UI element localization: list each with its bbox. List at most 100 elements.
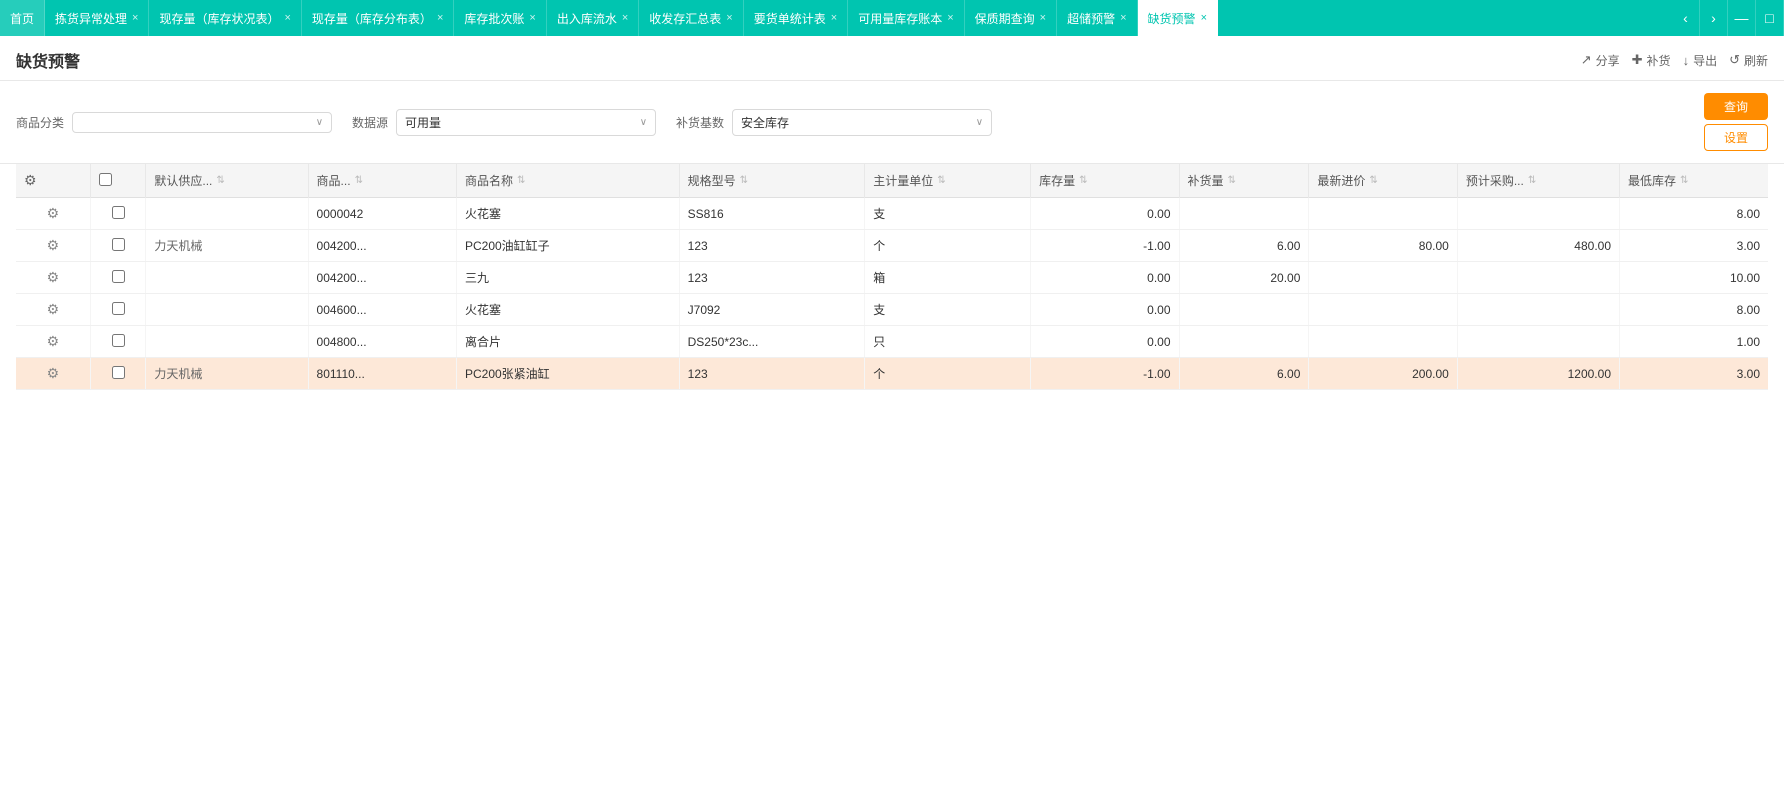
filter-area: 商品分类 ∨ 数据源 可用量 ∨ 补货基数 安全库存 ∨ 查询 设置: [0, 81, 1784, 164]
datasource-select[interactable]: 可用量 ∨: [396, 109, 656, 136]
share-button[interactable]: ↗ 分享: [1581, 52, 1620, 69]
row-name-6: PC200张紧油缸: [456, 358, 679, 390]
row-checkbox-3[interactable]: [112, 270, 125, 283]
category-select[interactable]: ∨: [72, 112, 332, 133]
th-code-label: 商品...: [317, 172, 351, 189]
nav-tab-close-shortage[interactable]: ×: [1201, 12, 1207, 24]
th-stock[interactable]: 库存量 ⇅: [1031, 164, 1179, 198]
nav-tab-close-requisition-stat[interactable]: ×: [831, 12, 837, 24]
replenish-basis-filter-group: 补货基数 安全库存 ∨: [676, 109, 992, 136]
row-gear-icon-3[interactable]: ⚙: [47, 269, 60, 285]
row-supplier-2: 力天机械: [146, 230, 308, 262]
nav-tab-abnormal[interactable]: 拣货异常处理×: [45, 0, 149, 36]
row-code-1: 0000042: [308, 198, 456, 230]
column-settings-icon[interactable]: ⚙: [24, 172, 37, 188]
row-checkbox-2[interactable]: [112, 238, 125, 251]
row-checkbox-6[interactable]: [112, 366, 125, 379]
row-checkbox-5[interactable]: [112, 334, 125, 347]
settings-button[interactable]: 设置: [1704, 124, 1768, 151]
select-all-checkbox[interactable]: [99, 173, 112, 186]
row-plan-purchase-3: [1457, 262, 1619, 294]
row-unit-3: 箱: [865, 262, 1031, 294]
th-latest-price[interactable]: 最新进价 ⇅: [1309, 164, 1457, 198]
row-gear-icon-4[interactable]: ⚙: [47, 301, 60, 317]
row-gear-cell-2: ⚙: [16, 230, 90, 262]
share-label: 分享: [1596, 52, 1620, 69]
nav-tab-close-abnormal[interactable]: ×: [132, 12, 138, 24]
row-replenish-4: [1179, 294, 1309, 326]
row-code-2: 004200...: [308, 230, 456, 262]
th-min-stock[interactable]: 最低库存 ⇅: [1620, 164, 1769, 198]
row-gear-icon-2[interactable]: ⚙: [47, 237, 60, 253]
export-button[interactable]: ↓ 导出: [1683, 52, 1718, 69]
top-navigation: 首页拣货异常处理×现存量（库存状况表）×现存量（库存分布表）×库存批次账×出入库…: [0, 0, 1784, 36]
nav-tab-receive-summary[interactable]: 收发存汇总表×: [639, 0, 743, 36]
nav-tab-close-expiry-query[interactable]: ×: [1040, 12, 1046, 24]
row-checkbox-1[interactable]: [112, 206, 125, 219]
th-supplier[interactable]: 默认供应... ⇅: [146, 164, 308, 198]
row-checkbox-cell-3: [90, 262, 146, 294]
nav-tab-close-receive-summary[interactable]: ×: [726, 12, 732, 24]
nav-prev-button[interactable]: ‹: [1672, 0, 1700, 36]
row-plan-purchase-2: 480.00: [1457, 230, 1619, 262]
replenish-basis-select[interactable]: 安全库存 ∨: [732, 109, 992, 136]
nav-tab-expiry-query[interactable]: 保质期查询 ×: [965, 0, 1057, 36]
row-gear-icon-6[interactable]: ⚙: [47, 365, 60, 381]
export-label: 导出: [1693, 52, 1717, 69]
nav-tab-requisition-stat[interactable]: 要货单统计表 ×: [744, 0, 848, 36]
nav-tab-close-stock-dist[interactable]: ×: [437, 12, 443, 24]
th-spec[interactable]: 规格型号 ⇅: [679, 164, 865, 198]
nav-tab-stock-status[interactable]: 现存量（库存状况表）×: [149, 0, 301, 36]
row-min-stock-3: 10.00: [1620, 262, 1769, 294]
nav-tab-close-batch-account[interactable]: ×: [529, 12, 535, 24]
th-replenish-sort-icon: ⇅: [1228, 175, 1236, 186]
nav-tab-available-ledger[interactable]: 可用量库存账本×: [848, 0, 964, 36]
nav-minimize-button[interactable]: —: [1728, 0, 1756, 36]
th-code[interactable]: 商品... ⇅: [308, 164, 456, 198]
row-gear-icon-1[interactable]: ⚙: [47, 205, 60, 221]
row-gear-cell-5: ⚙: [16, 326, 90, 358]
row-checkbox-cell-2: [90, 230, 146, 262]
nav-tab-shortage[interactable]: 缺货预警×: [1138, 0, 1218, 36]
nav-tab-close-inout-flow[interactable]: ×: [622, 12, 628, 24]
nav-tab-close-stock-status[interactable]: ×: [284, 12, 290, 24]
nav-tab-label-batch-account: 库存批次账: [464, 10, 524, 27]
row-code-4: 004600...: [308, 294, 456, 326]
nav-tab-batch-account[interactable]: 库存批次账 ×: [454, 0, 546, 36]
refresh-label: 刷新: [1744, 52, 1768, 69]
th-name[interactable]: 商品名称 ⇅: [456, 164, 679, 198]
nav-tab-label-inout-flow: 出入库流水: [557, 10, 617, 27]
row-gear-icon-5[interactable]: ⚙: [47, 333, 60, 349]
row-min-stock-4: 8.00: [1620, 294, 1769, 326]
th-unit[interactable]: 主计量单位 ⇅: [865, 164, 1031, 198]
nav-tab-label-requisition-stat: 要货单统计表: [754, 10, 826, 27]
nav-tab-label-expiry-query: 保质期查询: [975, 10, 1035, 27]
replenish-button[interactable]: ✚ 补货: [1632, 52, 1671, 69]
table-row: ⚙ 004200... 三九 123 箱 0.00 20.00 10.00: [16, 262, 1768, 294]
row-checkbox-4[interactable]: [112, 302, 125, 315]
th-replenish[interactable]: 补货量 ⇅: [1179, 164, 1309, 198]
refresh-button[interactable]: ↺ 刷新: [1729, 52, 1768, 69]
th-plan-purchase[interactable]: 预计采购... ⇅: [1457, 164, 1619, 198]
nav-tab-close-overstock[interactable]: ×: [1120, 12, 1126, 24]
nav-tab-home[interactable]: 首页: [0, 0, 45, 36]
query-button[interactable]: 查询: [1704, 93, 1768, 120]
th-spec-label: 规格型号: [688, 172, 736, 189]
row-stock-2: -1.00: [1031, 230, 1179, 262]
row-supplier-6: 力天机械: [146, 358, 308, 390]
row-unit-5: 只: [865, 326, 1031, 358]
th-unit-label: 主计量单位: [873, 172, 933, 189]
th-replenish-label: 补货量: [1188, 172, 1224, 189]
nav-tab-inout-flow[interactable]: 出入库流水 ×: [547, 0, 639, 36]
th-stock-sort-icon: ⇅: [1079, 175, 1087, 186]
row-replenish-3: 20.00: [1179, 262, 1309, 294]
row-name-3: 三九: [456, 262, 679, 294]
nav-tab-close-available-ledger[interactable]: ×: [947, 12, 953, 24]
nav-tab-overstock[interactable]: 超储预警×: [1057, 0, 1137, 36]
nav-maximize-button[interactable]: □: [1756, 0, 1784, 36]
nav-tab-stock-dist[interactable]: 现存量（库存分布表）×: [302, 0, 454, 36]
th-plan-purchase-label: 预计采购...: [1466, 172, 1524, 189]
nav-next-button[interactable]: ›: [1700, 0, 1728, 36]
datasource-value: 可用量: [405, 114, 441, 131]
row-unit-2: 个: [865, 230, 1031, 262]
